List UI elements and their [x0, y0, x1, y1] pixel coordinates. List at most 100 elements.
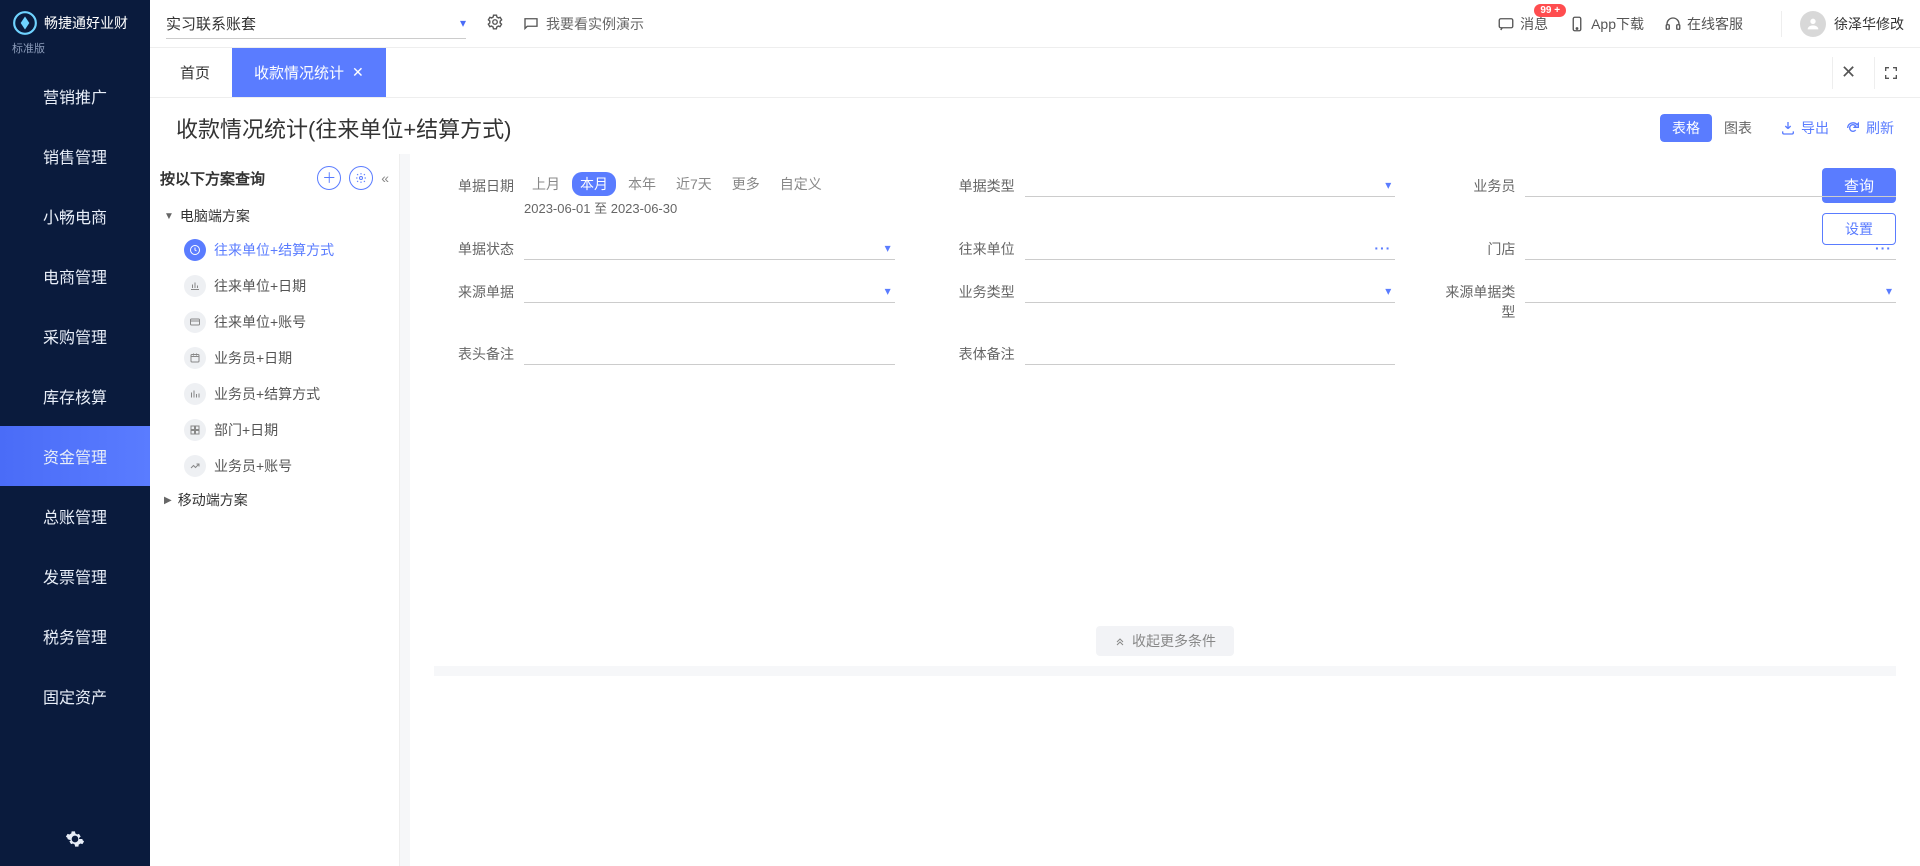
sidebar-item-0[interactable]: 营销推广: [0, 66, 150, 126]
logo: 畅捷通好业财: [0, 0, 150, 40]
more-icon[interactable]: ···: [1875, 177, 1892, 193]
tab-close-all[interactable]: ✕: [1832, 57, 1864, 89]
input-partner[interactable]: [1025, 235, 1396, 260]
chevron-down-icon[interactable]: ▾: [1886, 284, 1892, 298]
scheme-label: 业务员+日期: [214, 348, 292, 368]
input-source-type[interactable]: [1525, 278, 1896, 303]
collapse-filters[interactable]: 收起更多条件: [1096, 626, 1234, 656]
sidebar-item-8[interactable]: 发票管理: [0, 546, 150, 606]
scheme-label: 部门+日期: [214, 420, 278, 440]
scheme-item-2[interactable]: 往来单位+账号: [178, 304, 389, 340]
input-head-remark[interactable]: [524, 340, 895, 365]
label-doc-type: 单据类型: [935, 172, 1015, 196]
demo-link[interactable]: 我要看实例演示: [522, 14, 644, 34]
scheme-item-0[interactable]: 往来单位+结算方式: [178, 232, 389, 268]
account-settings-icon[interactable]: [486, 13, 504, 34]
label-biz-type: 业务类型: [935, 278, 1015, 302]
scheme-label: 业务员+账号: [214, 456, 292, 476]
scheme-label: 往来单位+账号: [214, 312, 306, 332]
tab-close-1[interactable]: ✕: [352, 64, 364, 81]
grid-icon: [184, 419, 206, 441]
user-menu[interactable]: 徐泽华修改: [1781, 11, 1904, 37]
chevron-down-icon[interactable]: ▾: [1385, 178, 1391, 192]
sidebar-nav: 营销推广销售管理小畅电商电商管理采购管理库存核算资金管理总账管理发票管理税务管理…: [0, 66, 150, 815]
field-body-remark: 表体备注: [935, 340, 1396, 365]
sidebar: 畅捷通好业财 标准版 营销推广销售管理小畅电商电商管理采购管理库存核算资金管理总…: [0, 0, 150, 866]
support-link[interactable]: 在线客服: [1664, 14, 1743, 34]
chevron-down-icon[interactable]: ▾: [885, 241, 891, 255]
sidebar-item-6[interactable]: 资金管理: [0, 426, 150, 486]
date-quick-5[interactable]: 自定义: [772, 172, 830, 196]
input-salesperson[interactable]: [1525, 172, 1896, 197]
sidebar-item-1[interactable]: 销售管理: [0, 126, 150, 186]
page-header: 收款情况统计(往来单位+结算方式) 表格 图表 导出 刷新: [150, 98, 1920, 154]
scheme-label: 往来单位+日期: [214, 276, 306, 296]
scheme-item-1[interactable]: 往来单位+日期: [178, 268, 389, 304]
content-body: 按以下方案查询 ＋ « 电脑端方案往来单位+结算方式往来单位+日期往来单位+账号…: [150, 154, 1920, 866]
scheme-settings-button[interactable]: [349, 166, 373, 190]
date-quick-3[interactable]: 近7天: [668, 172, 720, 196]
tree-group-1[interactable]: 移动端方案: [160, 484, 389, 516]
sidebar-item-9[interactable]: 税务管理: [0, 606, 150, 666]
view-chart[interactable]: 图表: [1712, 114, 1764, 142]
messages-link[interactable]: 消息 99 +: [1497, 14, 1548, 34]
tabstrip: 首页收款情况统计✕ ✕: [150, 48, 1920, 98]
sidebar-item-7[interactable]: 总账管理: [0, 486, 150, 546]
chevron-down-icon[interactable]: ▾: [1385, 284, 1391, 298]
download-label: App下载: [1591, 14, 1644, 34]
date-quick-2[interactable]: 本年: [620, 172, 664, 196]
collapse-panel-button[interactable]: «: [381, 170, 389, 186]
label-source-type: 来源单据类型: [1435, 278, 1515, 322]
expand-icon: [1883, 65, 1899, 81]
sidebar-item-2[interactable]: 小畅电商: [0, 186, 150, 246]
input-store[interactable]: [1525, 235, 1896, 260]
refresh-button[interactable]: 刷新: [1845, 118, 1894, 138]
scheme-item-6[interactable]: 业务员+账号: [178, 448, 389, 484]
scheme-label: 往来单位+结算方式: [214, 240, 334, 260]
refresh-label: 刷新: [1866, 118, 1894, 138]
view-table[interactable]: 表格: [1660, 114, 1712, 142]
headset-icon: [1664, 15, 1682, 33]
scheme-item-5[interactable]: 部门+日期: [178, 412, 389, 448]
support-label: 在线客服: [1687, 14, 1743, 34]
field-biz-type: 业务类型 ▾: [935, 278, 1396, 322]
clock-icon: [184, 239, 206, 261]
chat-icon: [522, 15, 540, 33]
field-source-type: 来源单据类型 ▾: [1435, 278, 1896, 322]
input-source-doc[interactable]: [524, 278, 895, 303]
sidebar-settings[interactable]: [0, 815, 150, 866]
account-selector[interactable]: 实习联系账套 ▾: [166, 9, 466, 39]
fullscreen-button[interactable]: [1874, 57, 1906, 89]
export-button[interactable]: 导出: [1780, 118, 1829, 138]
sidebar-item-3[interactable]: 电商管理: [0, 246, 150, 306]
download-link[interactable]: App下载: [1568, 14, 1644, 34]
label-salesperson: 业务员: [1435, 172, 1515, 196]
filter-area: 查询 设置 单据日期 上月本月本年近7天更多自定义 2023-06-01 至 2…: [410, 154, 1920, 866]
field-date: 单据日期 上月本月本年近7天更多自定义 2023-06-01 至 2023-06…: [434, 172, 895, 217]
more-icon[interactable]: ···: [1374, 240, 1391, 256]
brand-name: 畅捷通好业财: [44, 13, 128, 33]
input-doc-status[interactable]: [524, 235, 895, 260]
tree-group-0[interactable]: 电脑端方案: [160, 200, 389, 232]
sidebar-item-5[interactable]: 库存核算: [0, 366, 150, 426]
field-store: 门店 ···: [1435, 235, 1896, 260]
date-quick-1[interactable]: 本月: [572, 172, 616, 196]
input-doc-type[interactable]: [1025, 172, 1396, 197]
more-icon[interactable]: ···: [1875, 240, 1892, 256]
date-quick-0[interactable]: 上月: [524, 172, 568, 196]
tab-0[interactable]: 首页: [158, 48, 232, 97]
scheme-item-3[interactable]: 业务员+日期: [178, 340, 389, 376]
topbar-actions: 消息 99 + App下载 在线客服 徐泽华修改: [1497, 11, 1904, 37]
collapse-label: 收起更多条件: [1132, 631, 1216, 651]
calendar-icon: [184, 347, 206, 369]
sidebar-item-4[interactable]: 采购管理: [0, 306, 150, 366]
date-quick-4[interactable]: 更多: [724, 172, 768, 196]
input-biz-type[interactable]: [1025, 278, 1396, 303]
scheme-item-4[interactable]: 业务员+结算方式: [178, 376, 389, 412]
add-scheme-button[interactable]: ＋: [317, 166, 341, 190]
input-body-remark[interactable]: [1025, 340, 1396, 365]
tree-group-label: 移动端方案: [178, 490, 248, 510]
chevron-down-icon[interactable]: ▾: [885, 284, 891, 298]
sidebar-item-10[interactable]: 固定资产: [0, 666, 150, 726]
tab-1[interactable]: 收款情况统计✕: [232, 48, 386, 97]
